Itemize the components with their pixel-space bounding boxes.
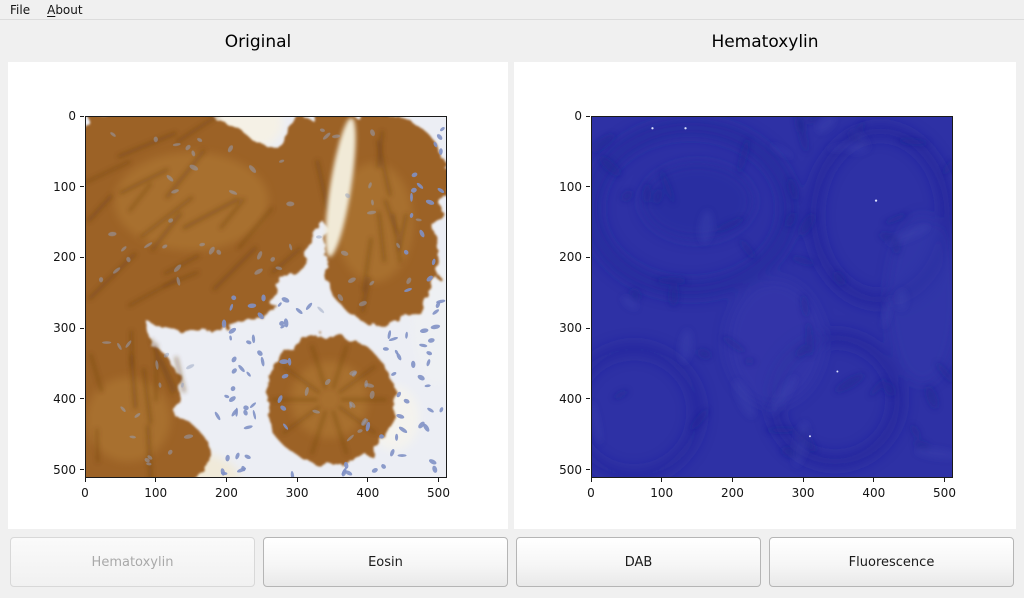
x-tick-label: 100 — [144, 486, 168, 500]
x-tick-mark — [802, 478, 804, 482]
y-tick-label: 400 — [53, 391, 76, 406]
original-plot: 0 100 200 300 400 500 0 100 200 300 400 500 — [53, 109, 450, 500]
x-tick-label: 100 — [650, 486, 674, 500]
x-tick-label: 200 — [214, 486, 238, 500]
x-tick-mark — [367, 478, 369, 482]
y-tick-mark — [586, 186, 590, 188]
x-tick-mark — [296, 478, 298, 482]
y-tick-label: 200 — [53, 250, 76, 265]
menubar: File About — [0, 0, 1024, 20]
y-tick-label: 200 — [559, 250, 582, 265]
y-tick-label: 100 — [53, 179, 76, 194]
x-tick-label: 300 — [285, 486, 309, 500]
y-tick-label: 400 — [559, 391, 582, 406]
y-tick-label: 0 — [574, 109, 582, 123]
y-tick-mark — [586, 469, 590, 470]
y-tick-mark — [80, 115, 84, 117]
y-tick-label: 300 — [53, 321, 76, 336]
y-tick-mark — [80, 469, 84, 470]
x-tick-mark — [84, 478, 86, 482]
x-tick-label: 0 — [81, 486, 89, 500]
x-tick-label: 200 — [720, 486, 744, 500]
stain-button-hematoxylin: Hematoxylin — [10, 537, 255, 587]
menu-about-rest: bout — [55, 2, 83, 17]
y-tick-label: 500 — [53, 462, 76, 477]
y-tick-mark — [80, 186, 84, 188]
stain-button-eosin[interactable]: Eosin — [263, 537, 508, 587]
menu-file[interactable]: File — [10, 3, 30, 17]
y-tick-mark — [80, 327, 84, 329]
menu-about[interactable]: About — [47, 3, 83, 17]
y-tick-mark — [80, 256, 84, 258]
x-tick-mark — [944, 478, 945, 482]
hematoxylin-panel-title: Hematoxylin — [711, 32, 819, 52]
x-tick-mark — [731, 478, 733, 482]
hematoxylin-plot: 0 100 200 300 400 500 0 100 200 300 400 500 — [559, 109, 956, 500]
stain-button-fluorescence[interactable]: Fluorescence — [769, 537, 1014, 587]
x-tick-mark — [661, 478, 663, 482]
y-tick-label: 500 — [559, 462, 582, 477]
y-tick-mark — [80, 398, 84, 400]
x-tick-mark — [873, 478, 875, 482]
y-tick-label: 100 — [559, 179, 582, 194]
x-tick-label: 300 — [791, 486, 815, 500]
stain-button-dab[interactable]: DAB — [516, 537, 761, 587]
y-tick-mark — [586, 115, 590, 117]
x-tick-label: 500 — [933, 486, 956, 500]
x-tick-label: 400 — [356, 486, 380, 500]
x-tick-label: 400 — [862, 486, 886, 500]
original-panel: 0 100 200 300 400 500 0 100 200 300 400 500 — [8, 62, 508, 529]
x-tick-mark — [590, 478, 592, 482]
y-tick-label: 300 — [559, 321, 582, 336]
y-tick-mark — [586, 398, 590, 400]
x-tick-label: 0 — [587, 486, 595, 500]
x-tick-mark — [438, 478, 439, 482]
original-image — [86, 117, 446, 477]
x-tick-label: 500 — [427, 486, 450, 500]
x-tick-mark — [155, 478, 157, 482]
original-plot-frame — [85, 116, 447, 478]
y-tick-label: 0 — [68, 109, 76, 123]
y-tick-mark — [586, 327, 590, 329]
hematoxylin-panel: 0 100 200 300 400 500 0 100 200 300 400 500 — [514, 62, 1016, 529]
x-tick-mark — [225, 478, 227, 482]
hematoxylin-plot-frame — [591, 116, 953, 478]
y-tick-mark — [586, 256, 590, 258]
hematoxylin-image — [592, 117, 952, 477]
original-panel-title: Original — [224, 32, 292, 52]
